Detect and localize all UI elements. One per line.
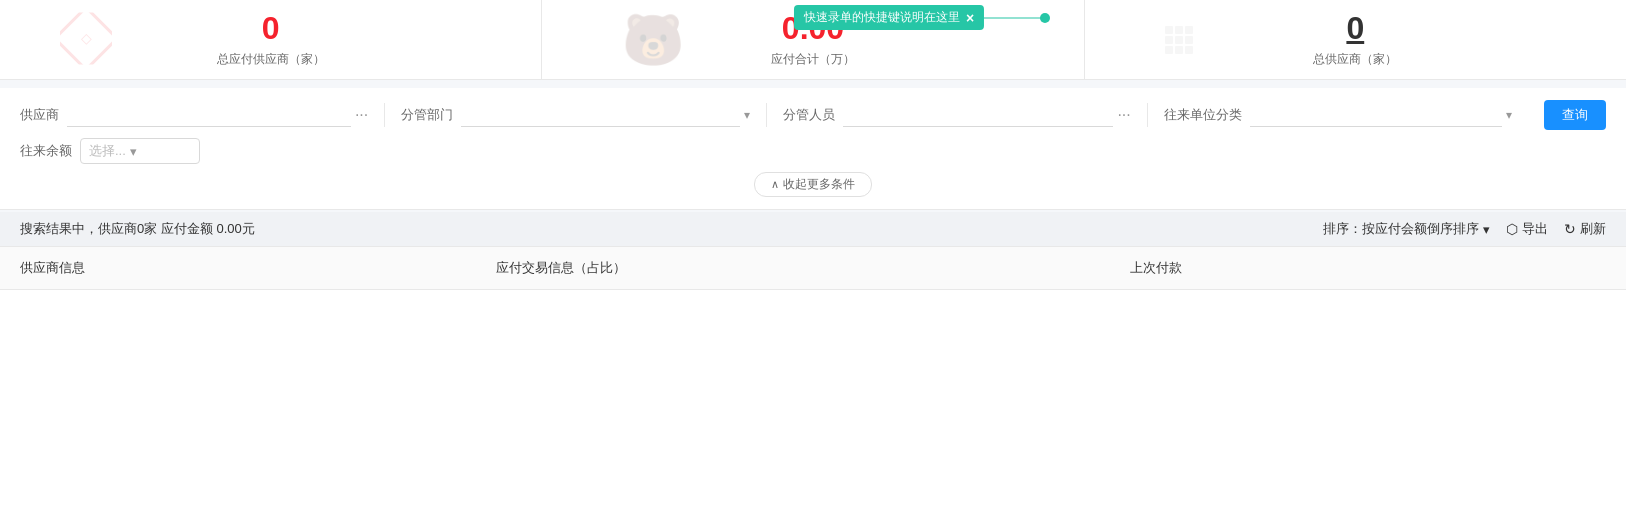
svg-text:◇: ◇ (81, 29, 92, 45)
supplier-input[interactable] (67, 103, 351, 127)
department-input[interactable] (461, 103, 739, 127)
tooltip-dot (1040, 13, 1050, 23)
export-label: 导出 (1522, 220, 1548, 238)
col-last-payment: 上次付款 (1130, 259, 1606, 277)
bear-icon: 🐻 (622, 11, 684, 69)
results-actions: 排序：按应付会额倒序排序 ▾ ⬡ 导出 ↻ 刷新 (1323, 220, 1606, 238)
department-chevron[interactable]: ▾ (744, 108, 750, 122)
collapse-label: 收起更多条件 (783, 176, 855, 193)
stats-bar: ◇ 0 总应付供应商（家） 快速录单的快捷键说明在这里 × 🐻 0.00 应付合… (0, 0, 1626, 80)
balance-chevron: ▾ (130, 144, 137, 159)
col-supplier-info: 供应商信息 (20, 259, 496, 277)
quick-shortcut-tooltip: 快速录单的快捷键说明在这里 × (794, 5, 984, 30)
unit-category-filter: 往来单位分类 ▾ (1148, 103, 1528, 127)
col-payable-transaction: 应付交易信息（占比） (496, 259, 1130, 277)
sort-label: 排序：按应付会额倒序排序 (1323, 220, 1479, 238)
collapse-button[interactable]: ∧ 收起更多条件 (754, 172, 872, 197)
supplier-dots[interactable]: ··· (355, 106, 368, 124)
stat-total-suppliers: 0 总供应商（家） (1085, 0, 1626, 79)
manager-label: 分管人员 (783, 106, 835, 124)
query-button[interactable]: 查询 (1544, 100, 1606, 130)
stat-payable-total: 快速录单的快捷键说明在这里 × 🐻 0.00 应付合计（万） (542, 0, 1084, 79)
manager-input[interactable] (843, 103, 1114, 127)
table-section: 供应商信息 应付交易信息（占比） 上次付款 (0, 247, 1626, 515)
refresh-button[interactable]: ↻ 刷新 (1564, 220, 1606, 238)
grid-icon (1165, 26, 1193, 54)
total-payable-suppliers-label: 总应付供应商（家） (217, 51, 325, 68)
total-suppliers-number: 0 (1346, 11, 1364, 46)
supplier-label: 供应商 (20, 106, 59, 124)
unit-category-label: 往来单位分类 (1164, 106, 1242, 124)
filter-row-1: 供应商 ··· 分管部门 ▾ 分管人员 ··· 往来单位分类 ▾ 查询 (20, 100, 1606, 130)
refresh-label: 刷新 (1580, 220, 1606, 238)
export-button[interactable]: ⬡ 导出 (1506, 220, 1548, 238)
results-bar: 搜索结果中，供应商0家 应付金额 0.00元 排序：按应付会额倒序排序 ▾ ⬡ … (0, 212, 1626, 247)
department-filter: 分管部门 ▾ (385, 103, 766, 127)
export-icon: ⬡ (1506, 221, 1518, 237)
balance-placeholder: 选择... (89, 142, 126, 160)
supplier-filter: 供应商 ··· (20, 103, 385, 127)
table-header: 供应商信息 应付交易信息（占比） 上次付款 (0, 247, 1626, 290)
results-info: 搜索结果中，供应商0家 应付金额 0.00元 (20, 220, 255, 238)
collapse-up-icon: ∧ (771, 178, 779, 191)
tooltip-text: 快速录单的快捷键说明在这里 (804, 9, 960, 26)
sort-dropdown[interactable]: 排序：按应付会额倒序排序 ▾ (1323, 220, 1490, 238)
filter-section: 供应商 ··· 分管部门 ▾ 分管人员 ··· 往来单位分类 ▾ 查询 往来余 (0, 88, 1626, 210)
stat-total-payable-suppliers: ◇ 0 总应付供应商（家） (0, 0, 542, 79)
unit-category-chevron[interactable]: ▾ (1506, 108, 1512, 122)
balance-label: 往来余额 (20, 142, 72, 160)
filter-row-2: 往来余额 选择... ▾ (20, 138, 1606, 164)
payable-total-label: 应付合计（万） (771, 51, 855, 68)
collapse-section: ∧ 收起更多条件 (20, 172, 1606, 197)
sort-chevron: ▾ (1483, 222, 1490, 237)
manager-filter: 分管人员 ··· (767, 103, 1148, 127)
total-payable-suppliers-number: 0 (262, 11, 280, 46)
table-body (0, 290, 1626, 515)
unit-category-input[interactable] (1250, 103, 1502, 127)
department-label: 分管部门 (401, 106, 453, 124)
balance-select[interactable]: 选择... ▾ (80, 138, 200, 164)
total-suppliers-label: 总供应商（家） (1313, 51, 1397, 68)
manager-dots[interactable]: ··· (1117, 106, 1130, 124)
tooltip-close-btn[interactable]: × (966, 10, 974, 26)
balance-filter: 往来余额 选择... ▾ (20, 138, 216, 164)
refresh-icon: ↻ (1564, 221, 1576, 237)
